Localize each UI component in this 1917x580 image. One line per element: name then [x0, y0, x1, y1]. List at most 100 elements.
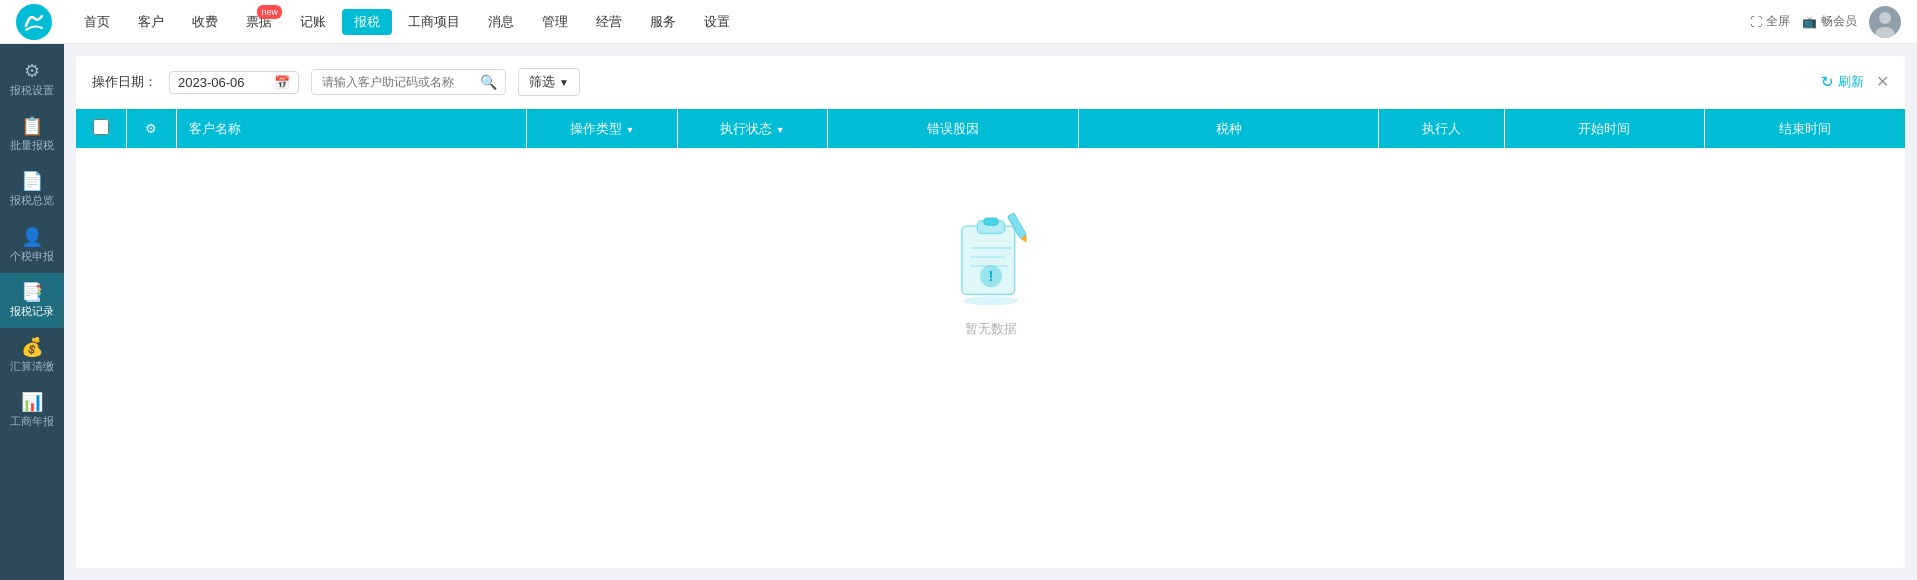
date-picker[interactable]: 📅 [169, 71, 299, 94]
tax-records-icon: 📑 [21, 283, 43, 301]
nav-item-invoice[interactable]: 票据new [234, 9, 284, 35]
personal-tax-icon: 👤 [21, 228, 43, 246]
top-nav-right: ⛶ 全屏 📺 畅会员 [1750, 6, 1901, 38]
refresh-button[interactable]: ↻ 刷新 [1821, 73, 1864, 91]
fullscreen-icon: ⛶ [1750, 15, 1762, 29]
nav-item-manage[interactable]: 管理 [530, 9, 580, 35]
table-head: ⚙ 客户名称 操作类型 ▼ 执行状态 ▼ [76, 109, 1905, 148]
sidebar-label-tax-overview: 报税总览 [10, 194, 54, 207]
table-wrap: ⚙ 客户名称 操作类型 ▼ 执行状态 ▼ [76, 109, 1905, 568]
th-customer-name-label: 客户名称 [189, 121, 241, 136]
sidebar-item-tax-records[interactable]: 📑 报税记录 [0, 273, 64, 328]
sidebar-item-batch-tax[interactable]: 📋 批量报税 [0, 107, 64, 162]
empty-illustration: ! [941, 208, 1041, 308]
sidebar-label-batch-tax: 批量报税 [10, 139, 54, 152]
svg-text:!: ! [988, 268, 993, 284]
select-all-checkbox[interactable] [93, 119, 109, 135]
refresh-label: 刷新 [1838, 73, 1864, 91]
top-nav: 首页客户收费票据new记账报税工商项目消息管理经营服务设置 ⛶ 全屏 📺 畅会员 [0, 0, 1917, 44]
avatar[interactable] [1869, 6, 1901, 38]
member-icon: 📺 [1802, 15, 1817, 29]
nav-item-home[interactable]: 首页 [72, 9, 122, 35]
refresh-icon: ↻ [1821, 73, 1834, 91]
empty-row: ! 暂无数据 [76, 148, 1905, 398]
settlement-icon: 💰 [21, 338, 43, 356]
th-executor-label: 执行人 [1422, 121, 1461, 136]
empty-text: 暂无数据 [965, 320, 1017, 338]
toolbar: 操作日期： 📅 🔍 筛选 ▼ ↻ 刷新 ✕ [76, 56, 1905, 109]
nav-item-accounts[interactable]: 记账 [288, 9, 338, 35]
th-customer-name: 客户名称 [176, 109, 527, 148]
th-start-time: 开始时间 [1504, 109, 1704, 148]
table-body: ! 暂无数据 [76, 148, 1905, 398]
date-input[interactable] [178, 75, 268, 90]
th-operation-type: 操作类型 ▼ [527, 109, 677, 148]
fullscreen-label: 全屏 [1766, 13, 1790, 30]
search-input[interactable] [312, 71, 472, 93]
content-area: 操作日期： 📅 🔍 筛选 ▼ ↻ 刷新 ✕ [64, 44, 1917, 580]
sidebar-item-personal-tax[interactable]: 👤 个税申报 [0, 218, 64, 273]
sidebar-item-tax-settings[interactable]: ⚙ 报税设置 [0, 52, 64, 107]
nav-item-service[interactable]: 服务 [638, 9, 688, 35]
th-checkbox[interactable] [76, 109, 126, 148]
nav-item-business[interactable]: 工商项目 [396, 9, 472, 35]
th-exec-status-label: 执行状态 [720, 121, 776, 136]
nav-item-customer[interactable]: 客户 [126, 9, 176, 35]
search-button[interactable]: 🔍 [472, 70, 505, 94]
member-button[interactable]: 📺 畅会员 [1802, 13, 1857, 30]
svg-rect-7 [983, 218, 998, 225]
nav-item-billing[interactable]: 收费 [180, 9, 230, 35]
sort-icon-status: ▼ [776, 125, 785, 135]
th-end-time: 结束时间 [1705, 109, 1905, 148]
th-tax-type-label: 税种 [1216, 121, 1242, 136]
sidebar-label-settlement: 汇算清缴 [10, 360, 54, 373]
sidebar: ⚙ 报税设置 📋 批量报税 📄 报税总览 👤 个税申报 📑 报税记录 💰 汇算清缴 📊 工商年报 [0, 44, 64, 580]
close-button[interactable]: ✕ [1876, 74, 1889, 90]
sort-icon-operation: ▼ [626, 125, 635, 135]
calendar-icon: 📅 [274, 75, 290, 90]
svg-point-2 [1879, 12, 1891, 24]
sidebar-label-personal-tax: 个税申报 [10, 250, 54, 263]
filter-button[interactable]: 筛选 ▼ [518, 68, 580, 96]
th-operation-type-label: 操作类型 [570, 121, 626, 136]
member-label: 畅会员 [1821, 13, 1857, 30]
th-executor: 执行人 [1379, 109, 1504, 148]
table-header-row: ⚙ 客户名称 操作类型 ▼ 执行状态 ▼ [76, 109, 1905, 148]
tax-overview-icon: 📄 [21, 172, 43, 190]
date-label: 操作日期： [92, 73, 157, 91]
empty-state: ! 暂无数据 [76, 148, 1905, 398]
sidebar-item-tax-overview[interactable]: 📄 报税总览 [0, 162, 64, 217]
th-end-time-label: 结束时间 [1779, 121, 1831, 136]
nav-item-messages[interactable]: 消息 [476, 9, 526, 35]
th-exec-status: 执行状态 ▼ [677, 109, 827, 148]
search-wrap: 🔍 [311, 69, 506, 95]
filter-label: 筛选 [529, 73, 555, 91]
th-settings[interactable]: ⚙ [126, 109, 176, 148]
fullscreen-button[interactable]: ⛶ 全屏 [1750, 13, 1790, 30]
data-table: ⚙ 客户名称 操作类型 ▼ 执行状态 ▼ [76, 109, 1905, 398]
th-start-time-label: 开始时间 [1578, 121, 1630, 136]
batch-tax-icon: 📋 [21, 117, 43, 135]
sidebar-label-annual-report: 工商年报 [10, 415, 54, 428]
sidebar-label-tax-records: 报税记录 [10, 305, 54, 318]
nav-items: 首页客户收费票据new记账报税工商项目消息管理经营服务设置 [72, 9, 1750, 35]
th-error-reason-label: 错误股因 [927, 121, 979, 136]
nav-item-finance[interactable]: 经营 [584, 9, 634, 35]
annual-report-icon: 📊 [21, 393, 43, 411]
nav-badge-invoice: new [257, 5, 282, 20]
chevron-down-icon: ▼ [559, 77, 569, 88]
svg-point-4 [963, 296, 1018, 305]
svg-point-0 [16, 4, 52, 40]
sidebar-item-annual-report[interactable]: 📊 工商年报 [0, 383, 64, 438]
nav-item-settings[interactable]: 设置 [692, 9, 742, 35]
sidebar-item-settlement[interactable]: 💰 汇算清缴 [0, 328, 64, 383]
main-layout: ⚙ 报税设置 📋 批量报税 📄 报税总览 👤 个税申报 📑 报税记录 💰 汇算清缴 📊 工商年报 操作日期… [0, 44, 1917, 580]
th-error-reason: 错误股因 [828, 109, 1079, 148]
settings-icon: ⚙ [145, 121, 157, 136]
th-tax-type: 税种 [1078, 109, 1379, 148]
sidebar-label-tax-settings: 报税设置 [10, 84, 54, 97]
nav-item-tax[interactable]: 报税 [342, 9, 392, 35]
app-logo[interactable] [16, 4, 52, 40]
tax-settings-icon: ⚙ [24, 62, 40, 80]
content-card: 操作日期： 📅 🔍 筛选 ▼ ↻ 刷新 ✕ [76, 56, 1905, 568]
